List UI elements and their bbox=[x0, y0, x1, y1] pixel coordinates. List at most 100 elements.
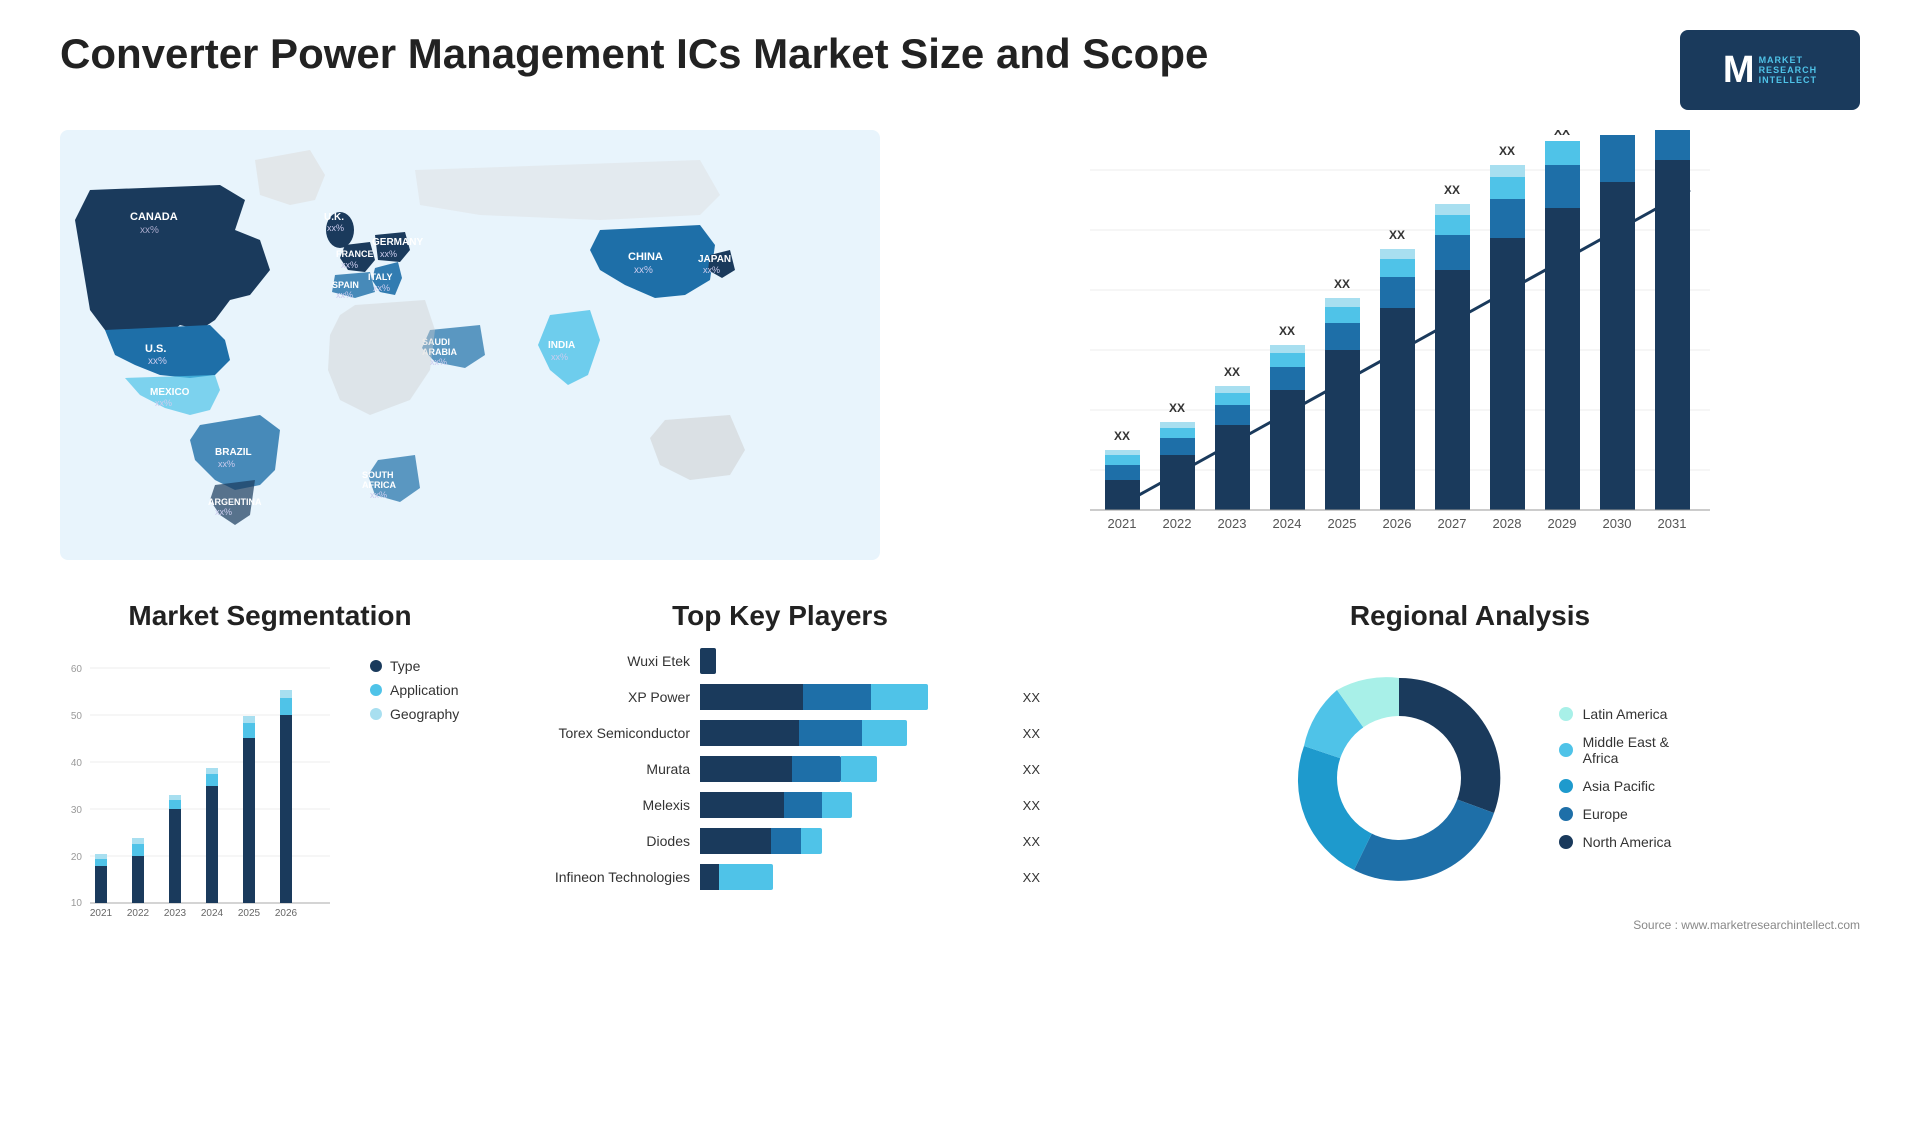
southafrica-label: SOUTH bbox=[362, 470, 394, 480]
svg-text:XX: XX bbox=[1224, 365, 1240, 379]
canada-val: xx% bbox=[140, 225, 159, 236]
argentina-label: ARGENTINA bbox=[208, 497, 262, 507]
player-val: XX bbox=[1023, 762, 1040, 777]
legend-geography-label: Geography bbox=[390, 706, 459, 722]
bar-seg3 bbox=[871, 684, 928, 710]
player-bar-wrap bbox=[700, 756, 1005, 782]
key-players-title: Top Key Players bbox=[520, 600, 1040, 632]
legend-dot-mea bbox=[1559, 743, 1573, 757]
seg-bottom: 60 50 40 30 20 10 bbox=[60, 648, 480, 928]
legend-geography: Geography bbox=[370, 706, 459, 722]
japan-label: JAPAN bbox=[698, 254, 731, 265]
france-label: FRANCE bbox=[336, 249, 374, 259]
bar-seg2 bbox=[792, 756, 841, 782]
germany-label: GERMANY bbox=[372, 237, 423, 248]
legend-geography-dot bbox=[370, 708, 382, 720]
legend-label-europe: Europe bbox=[1583, 806, 1628, 822]
player-name: Murata bbox=[520, 761, 690, 777]
player-bar-wrap bbox=[700, 828, 1005, 854]
saudi-val: xx% bbox=[430, 357, 447, 367]
logo-line2: RESEARCH bbox=[1759, 65, 1818, 75]
legend-application-label: Application bbox=[390, 682, 459, 698]
player-bar-wrap bbox=[700, 648, 1022, 674]
svg-text:XX: XX bbox=[1114, 429, 1130, 443]
svg-text:2022: 2022 bbox=[127, 908, 150, 919]
player-val: XX bbox=[1023, 726, 1040, 741]
svg-text:2024: 2024 bbox=[1273, 516, 1302, 531]
regional-title: Regional Analysis bbox=[1080, 600, 1860, 632]
svg-text:40: 40 bbox=[71, 758, 83, 769]
bar-seg1 bbox=[700, 684, 803, 710]
china-val: xx% bbox=[634, 265, 653, 276]
bar-seg3 bbox=[801, 828, 822, 854]
player-row: Infineon Technologies XX bbox=[520, 864, 1040, 890]
page: Converter Power Management ICs Market Si… bbox=[0, 0, 1920, 1146]
legend-label-asia: Asia Pacific bbox=[1583, 778, 1655, 794]
bar-seg3 bbox=[862, 720, 908, 746]
player-bar-wrap bbox=[700, 792, 1005, 818]
top-section: CANADA xx% U.S. xx% MEXICO xx% BRAZIL xx… bbox=[60, 130, 1860, 560]
player-name: XP Power bbox=[520, 689, 690, 705]
player-row: Murata XX bbox=[520, 756, 1040, 782]
svg-text:XX: XX bbox=[1554, 130, 1570, 138]
svg-text:2026: 2026 bbox=[275, 908, 298, 919]
legend-asia-pacific: Asia Pacific bbox=[1559, 778, 1672, 794]
player-row: XP Power XX bbox=[520, 684, 1040, 710]
segmentation-section: Market Segmentation 60 50 40 30 20 bbox=[60, 600, 480, 932]
legend-north-america: North America bbox=[1559, 834, 1672, 850]
player-val: XX bbox=[1023, 798, 1040, 813]
svg-text:2021: 2021 bbox=[1108, 516, 1137, 531]
svg-text:30: 30 bbox=[71, 805, 83, 816]
bar-seg1 bbox=[700, 720, 799, 746]
svg-text:2022: 2022 bbox=[1163, 516, 1192, 531]
player-val: XX bbox=[1023, 870, 1040, 885]
italy-label: ITALY bbox=[368, 272, 393, 282]
bar-seg1 bbox=[700, 828, 771, 854]
legend-application-dot bbox=[370, 684, 382, 696]
southafrica-val: xx% bbox=[370, 490, 387, 500]
player-row: Diodes XX bbox=[520, 828, 1040, 854]
legend-type: Type bbox=[370, 658, 459, 674]
us-label: U.S. bbox=[145, 343, 166, 355]
map-svg: CANADA xx% U.S. xx% MEXICO xx% BRAZIL xx… bbox=[60, 130, 880, 560]
svg-text:2026: 2026 bbox=[1383, 516, 1412, 531]
svg-text:2021: 2021 bbox=[90, 908, 113, 919]
svg-text:XX: XX bbox=[1499, 144, 1515, 158]
key-players-section: Top Key Players Wuxi Etek XP Power bbox=[520, 600, 1040, 932]
player-bar bbox=[700, 828, 822, 854]
spain-label: SPAIN bbox=[332, 280, 359, 290]
france-val: xx% bbox=[341, 260, 358, 270]
logo-letter: M bbox=[1723, 51, 1755, 89]
donut-chart bbox=[1269, 648, 1529, 908]
mexico-val: xx% bbox=[155, 398, 172, 408]
germany-val: xx% bbox=[380, 249, 397, 259]
bar-seg1 bbox=[700, 756, 792, 782]
logo: M MARKET RESEARCH INTELLECT bbox=[1680, 30, 1860, 110]
legend-dot-asia bbox=[1559, 779, 1573, 793]
player-bar-wrap bbox=[700, 720, 1005, 746]
growth-chart: XX XX XX XX bbox=[920, 130, 1860, 560]
regional-legend: Latin America Middle East &Africa Asia P… bbox=[1559, 706, 1672, 850]
svg-text:2025: 2025 bbox=[238, 908, 261, 919]
svg-text:2030: 2030 bbox=[1603, 516, 1632, 531]
india-val: xx% bbox=[551, 352, 568, 362]
player-bar bbox=[700, 792, 852, 818]
argentina-val: xx% bbox=[215, 507, 232, 517]
bar-seg3 bbox=[841, 756, 876, 782]
svg-text:60: 60 bbox=[71, 664, 83, 675]
legend-label-latin: Latin America bbox=[1583, 706, 1668, 722]
brazil-val: xx% bbox=[218, 459, 235, 469]
player-bar bbox=[700, 864, 807, 890]
bar-seg2 bbox=[803, 684, 872, 710]
bar-seg2 bbox=[719, 864, 772, 890]
mexico-label: MEXICO bbox=[150, 387, 190, 398]
svg-text:XX: XX bbox=[1169, 401, 1185, 415]
donut-svg bbox=[1269, 648, 1529, 908]
player-bar bbox=[700, 684, 928, 710]
legend-dot-latin bbox=[1559, 707, 1573, 721]
legend-dot-na bbox=[1559, 835, 1573, 849]
player-val: XX bbox=[1023, 690, 1040, 705]
svg-text:2023: 2023 bbox=[164, 908, 187, 919]
svg-text:2024: 2024 bbox=[201, 908, 224, 919]
svg-text:2028: 2028 bbox=[1493, 516, 1522, 531]
